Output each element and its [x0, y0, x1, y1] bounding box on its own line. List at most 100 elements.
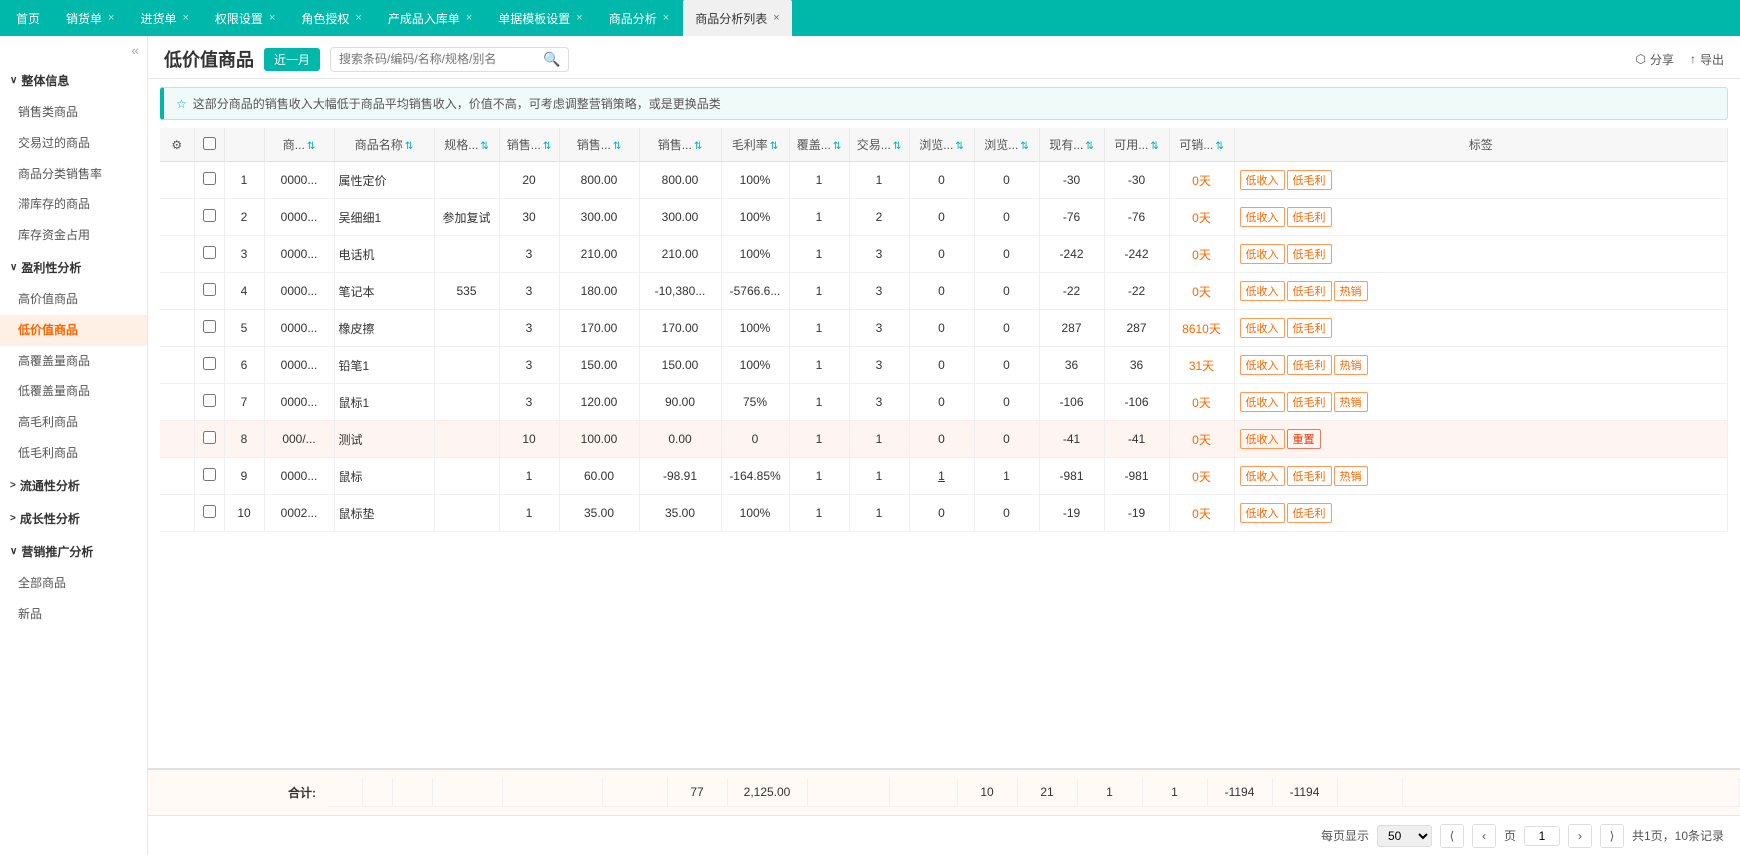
period-button[interactable]: 近一月 — [264, 48, 320, 71]
close-icon[interactable]: × — [108, 12, 114, 24]
col-view1-header[interactable]: 浏览...⇅ — [909, 128, 974, 162]
select-all-checkbox[interactable] — [203, 137, 216, 150]
prev-page-button[interactable]: ‹ — [1472, 824, 1496, 848]
nav-sales-order[interactable]: 销货单 × — [54, 0, 126, 36]
export-button[interactable]: ↑ 导出 — [1690, 51, 1724, 68]
sidebar-item-slow-stock[interactable]: 滞库存的商品 — [0, 189, 147, 220]
sidebar-item-new-products[interactable]: 新品 — [0, 599, 147, 630]
row-sales-qty: 20 — [499, 162, 559, 199]
row-sales-price: 150.00 — [639, 347, 721, 384]
row-select-checkbox[interactable] — [203, 209, 216, 222]
nav-product-instock[interactable]: 产成品入库单 × — [376, 0, 484, 36]
row-checkbox[interactable] — [194, 199, 224, 236]
col-setting[interactable]: ⚙ — [160, 128, 194, 162]
row-checkbox[interactable] — [194, 310, 224, 347]
close-icon[interactable]: × — [355, 12, 361, 24]
sidebar-item-high-value[interactable]: 高价值商品 — [0, 284, 147, 315]
close-icon[interactable]: × — [466, 12, 472, 24]
sidebar-group-circulation[interactable]: > 流通性分析 — [0, 469, 147, 502]
row-checkbox[interactable] — [194, 384, 224, 421]
sidebar-group-marketing[interactable]: ∨ 营销推广分析 — [0, 535, 147, 568]
sidebar-group-profit[interactable]: ∨ 盈利性分析 — [0, 251, 147, 284]
row-checkbox[interactable] — [194, 495, 224, 532]
row-view1: 0 — [909, 310, 974, 347]
col-trade-header[interactable]: 交易...⇅ — [849, 128, 909, 162]
row-spec: 535 — [434, 273, 499, 310]
col-sales-price-header[interactable]: 销售...⇅ — [639, 128, 721, 162]
sidebar-item-category-sales-rate[interactable]: 商品分类销售率 — [0, 159, 147, 190]
sidebar-item-high-margin[interactable]: 高毛利商品 — [0, 407, 147, 438]
row-select-checkbox[interactable] — [203, 246, 216, 259]
view1-link[interactable]: 1 — [938, 469, 945, 483]
sidebar-item-low-value[interactable]: 低价值商品 — [0, 315, 147, 346]
row-select-checkbox[interactable] — [203, 505, 216, 518]
last-page-button[interactable]: ⟩ — [1600, 824, 1624, 848]
row-checkbox[interactable] — [194, 421, 224, 458]
nav-role-auth[interactable]: 角色授权 × — [289, 0, 373, 36]
close-icon[interactable]: × — [269, 12, 275, 24]
search-icon[interactable]: 🔍 — [543, 51, 560, 68]
sidebar-group-growth[interactable]: > 成长性分析 — [0, 502, 147, 535]
row-num: 8 — [224, 421, 264, 458]
sidebar-item-traded-products[interactable]: 交易过的商品 — [0, 128, 147, 159]
col-sales-qty-header[interactable]: 销售...⇅ — [499, 128, 559, 162]
row-select-checkbox[interactable] — [203, 468, 216, 481]
nav-product-analysis-list[interactable]: 商品分析列表 × — [683, 0, 791, 36]
nav-purchase-order[interactable]: 进货单 × — [128, 0, 200, 36]
close-icon[interactable]: × — [773, 12, 779, 24]
first-page-button[interactable]: ⟨ — [1440, 824, 1464, 848]
search-input[interactable] — [339, 52, 539, 66]
page-number-input[interactable] — [1524, 826, 1560, 846]
close-icon[interactable]: × — [663, 12, 669, 24]
sidebar-item-sales-products[interactable]: 销售类商品 — [0, 97, 147, 128]
row-select-checkbox[interactable] — [203, 283, 216, 296]
row-stock: -19 — [1039, 495, 1104, 532]
sidebar-item-high-coverage[interactable]: 高覆盖量商品 — [0, 346, 147, 377]
col-stock-header[interactable]: 现有...⇅ — [1039, 128, 1104, 162]
row-checkbox[interactable] — [194, 347, 224, 384]
col-sellable-header[interactable]: 可销...⇅ — [1169, 128, 1234, 162]
col-cover-header[interactable]: 覆盖...⇅ — [789, 128, 849, 162]
sidebar-group-overall[interactable]: ∨ 整体信息 — [0, 64, 147, 97]
sidebar-item-stock-capital[interactable]: 库存资金占用 — [0, 220, 147, 251]
col-check-all[interactable] — [194, 128, 224, 162]
row-checkbox[interactable] — [194, 162, 224, 199]
row-code: 0000... — [264, 347, 334, 384]
row-avail: -242 — [1104, 236, 1169, 273]
col-view2-header[interactable]: 浏览...⇅ — [974, 128, 1039, 162]
col-sales-amt-header[interactable]: 销售...⇅ — [559, 128, 639, 162]
sidebar-collapse-button[interactable]: « — [131, 42, 139, 58]
nav-home[interactable]: 首页 — [4, 0, 52, 36]
total-trade: 21 — [1017, 778, 1077, 807]
nav-template-settings[interactable]: 单据模板设置 × — [486, 0, 594, 36]
nav-product-analysis[interactable]: 商品分析 × — [597, 0, 681, 36]
row-sales-price: 170.00 — [639, 310, 721, 347]
row-checkbox[interactable] — [194, 273, 224, 310]
close-icon[interactable]: × — [576, 12, 582, 24]
row-checkbox[interactable] — [194, 236, 224, 273]
row-select-checkbox[interactable] — [203, 394, 216, 407]
row-view2: 0 — [974, 421, 1039, 458]
next-page-button[interactable]: › — [1568, 824, 1592, 848]
sidebar-item-low-coverage[interactable]: 低覆盖量商品 — [0, 376, 147, 407]
col-code-header[interactable]: 商...⇅ — [264, 128, 334, 162]
row-setting — [160, 273, 194, 310]
row-select-checkbox[interactable] — [203, 431, 216, 444]
row-checkbox[interactable] — [194, 458, 224, 495]
close-icon[interactable]: × — [182, 12, 188, 24]
share-button[interactable]: ⬡ 分享 — [1635, 51, 1674, 68]
page-size-select[interactable]: 50 100 200 — [1377, 825, 1432, 847]
col-spec-header[interactable]: 规格...⇅ — [434, 128, 499, 162]
row-select-checkbox[interactable] — [203, 357, 216, 370]
sidebar-item-low-margin[interactable]: 低毛利商品 — [0, 438, 147, 469]
row-select-checkbox[interactable] — [203, 172, 216, 185]
sidebar-item-all-products[interactable]: 全部商品 — [0, 568, 147, 599]
tag-badge: 低收入 — [1240, 281, 1285, 301]
row-select-checkbox[interactable] — [203, 320, 216, 333]
col-gross-header[interactable]: 毛利率⇅ — [721, 128, 789, 162]
row-code: 0000... — [264, 236, 334, 273]
nav-permission[interactable]: 权限设置 × — [203, 0, 287, 36]
row-sales-amt: 150.00 — [559, 347, 639, 384]
col-name-header[interactable]: 商品名称⇅ — [334, 128, 434, 162]
col-avail-header[interactable]: 可用...⇅ — [1104, 128, 1169, 162]
